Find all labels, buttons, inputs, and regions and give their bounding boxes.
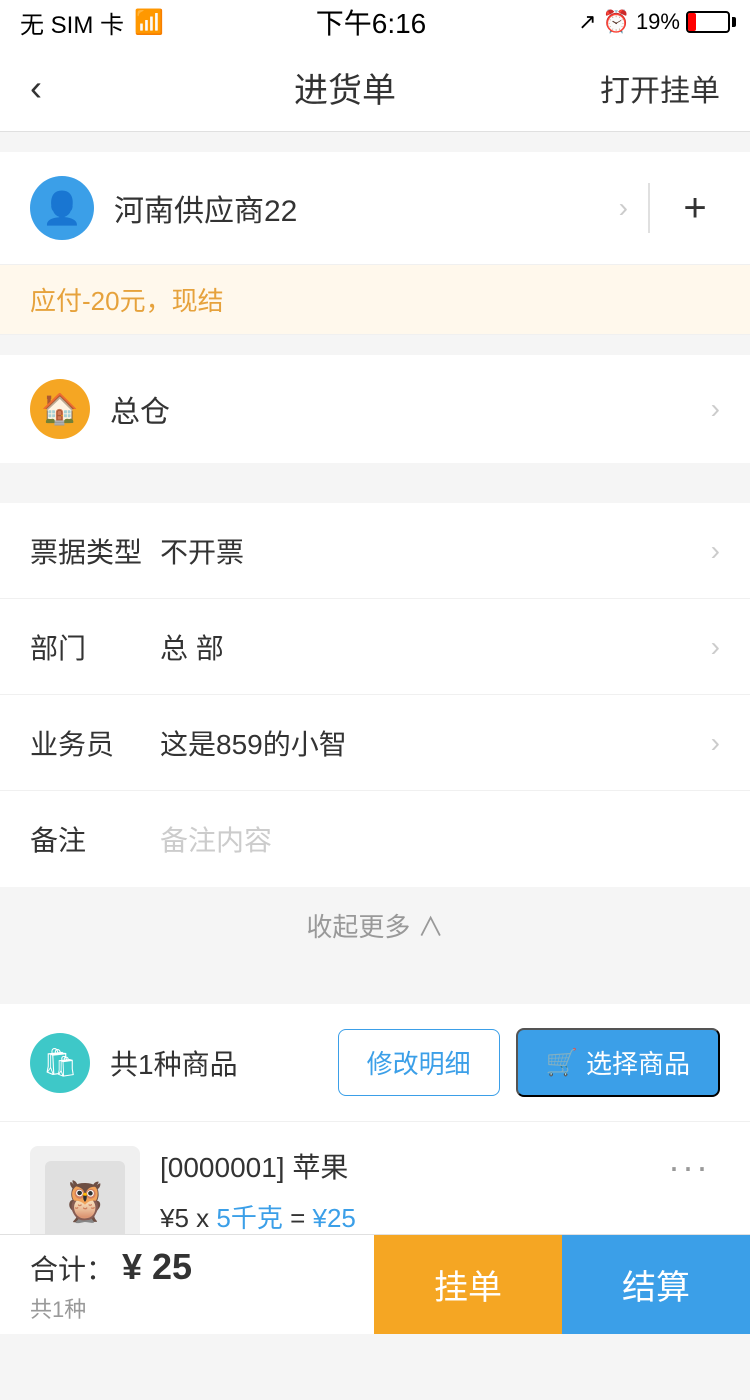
product-title: 苹果: [292, 1152, 348, 1183]
warehouse-icon: 🏠: [30, 379, 90, 439]
warehouse-chevron-icon: ›: [711, 393, 720, 425]
status-left: 无 SIM 卡 📶: [20, 5, 164, 40]
supplier-row[interactable]: 👤 河南供应商22 › +: [0, 152, 750, 265]
product-thumb-inner: 🦉: [45, 1161, 125, 1241]
avatar-icon: 👤: [42, 189, 82, 227]
total-amount: ¥ 25: [122, 1246, 192, 1288]
status-right: ↗ ⏰ 19%: [578, 9, 730, 35]
page-title: 进货单: [294, 63, 396, 112]
form-section: 票据类型 不开票 › 部门 总 部 › 业务员 这是859的小智 › 备注 备注…: [0, 503, 750, 887]
warehouse-name: 总仓: [110, 387, 711, 431]
wifi-icon: 📶: [134, 8, 164, 37]
total-label: 合计：: [30, 1248, 114, 1288]
top-divider: [0, 132, 750, 152]
bottom-bar: 合计： ¥ 25 共1种 挂单 结算: [0, 1234, 750, 1334]
department-row[interactable]: 部门 总 部 ›: [0, 599, 750, 695]
divider-3: [0, 964, 750, 984]
location-icon: ↗: [578, 9, 596, 35]
total-sub: 共1种: [30, 1292, 344, 1324]
carrier-text: 无 SIM 卡: [20, 5, 124, 40]
warehouse-row[interactable]: 🏠 总仓 ›: [0, 355, 750, 463]
supplier-card: 👤 河南供应商22 › + 应付-20元，现结: [0, 152, 750, 335]
salesman-value: 这是859的小智: [160, 723, 711, 763]
select-product-button[interactable]: 🛒 选择商品: [516, 1028, 720, 1097]
product-more-button[interactable]: ···: [658, 1146, 720, 1188]
back-button[interactable]: ‹: [30, 67, 90, 109]
product-name: [0000001] 苹果: [160, 1146, 658, 1186]
invoice-type-row[interactable]: 票据类型 不开票 ›: [0, 503, 750, 599]
product-info: [0000001] 苹果 ¥5 x 5千克 = ¥25: [160, 1146, 658, 1235]
product-quantity: 5千克: [216, 1203, 282, 1233]
modify-detail-button[interactable]: 修改明细: [338, 1029, 500, 1096]
open-hang-button[interactable]: 打开挂单: [600, 66, 720, 110]
invoice-type-chevron-icon: ›: [711, 535, 720, 567]
product-bag-icon: 🛍: [42, 1046, 78, 1079]
product-unit-price: ¥5: [160, 1203, 189, 1233]
total-main: 合计： ¥ 25: [30, 1246, 344, 1288]
product-equals: =: [290, 1203, 312, 1233]
product-icon: 🛍: [30, 1033, 90, 1093]
status-time: 下午6:16: [316, 2, 427, 42]
product-header: 🛍 共1种商品 修改明细 🛒 选择商品: [0, 1004, 750, 1122]
department-chevron-icon: ›: [711, 631, 720, 663]
divider-2: [0, 463, 750, 483]
department-value: 总 部: [160, 627, 711, 667]
checkout-button[interactable]: 结算: [562, 1235, 750, 1334]
owl-logo-icon: 🦉: [60, 1178, 110, 1225]
product-multiply: x: [196, 1203, 216, 1233]
salesman-label: 业务员: [30, 723, 160, 763]
add-supplier-button[interactable]: +: [670, 183, 720, 233]
product-code: [0000001]: [160, 1152, 285, 1183]
salesman-row[interactable]: 业务员 这是859的小智 ›: [0, 695, 750, 791]
supplier-chevron-icon: ›: [619, 192, 628, 224]
collapse-bar[interactable]: 收起更多 ∧: [0, 887, 750, 964]
product-price: ¥5 x 5千克 = ¥25: [160, 1198, 658, 1235]
status-bar: 无 SIM 卡 📶 下午6:16 ↗ ⏰ 19%: [0, 0, 750, 44]
divider-1: [0, 335, 750, 355]
supplier-notice: 应付-20元，现结: [0, 265, 750, 335]
avatar: 👤: [30, 176, 94, 240]
bottom-total: 合计： ¥ 25 共1种: [0, 1235, 374, 1334]
salesman-chevron-icon: ›: [711, 727, 720, 759]
product-count: 共1种商品: [110, 1043, 338, 1083]
battery-text: 19%: [636, 9, 680, 35]
invoice-type-value: 不开票: [160, 531, 711, 571]
remark-value[interactable]: 备注内容: [160, 819, 720, 859]
product-total: ¥25: [313, 1203, 356, 1233]
alarm-icon: ⏰: [603, 9, 630, 35]
department-label: 部门: [30, 627, 160, 667]
select-product-label: 选择商品: [586, 1044, 690, 1081]
supplier-divider: [648, 183, 650, 233]
cart-icon: 🛒: [546, 1047, 578, 1078]
invoice-type-label: 票据类型: [30, 531, 160, 571]
battery-icon: [686, 11, 730, 33]
remark-label: 备注: [30, 819, 160, 859]
warehouse-card: 🏠 总仓 ›: [0, 355, 750, 463]
supplier-name: 河南供应商22: [114, 186, 619, 230]
hang-button[interactable]: 挂单: [374, 1235, 562, 1334]
remark-row[interactable]: 备注 备注内容: [0, 791, 750, 887]
nav-bar: ‹ 进货单 打开挂单: [0, 44, 750, 132]
